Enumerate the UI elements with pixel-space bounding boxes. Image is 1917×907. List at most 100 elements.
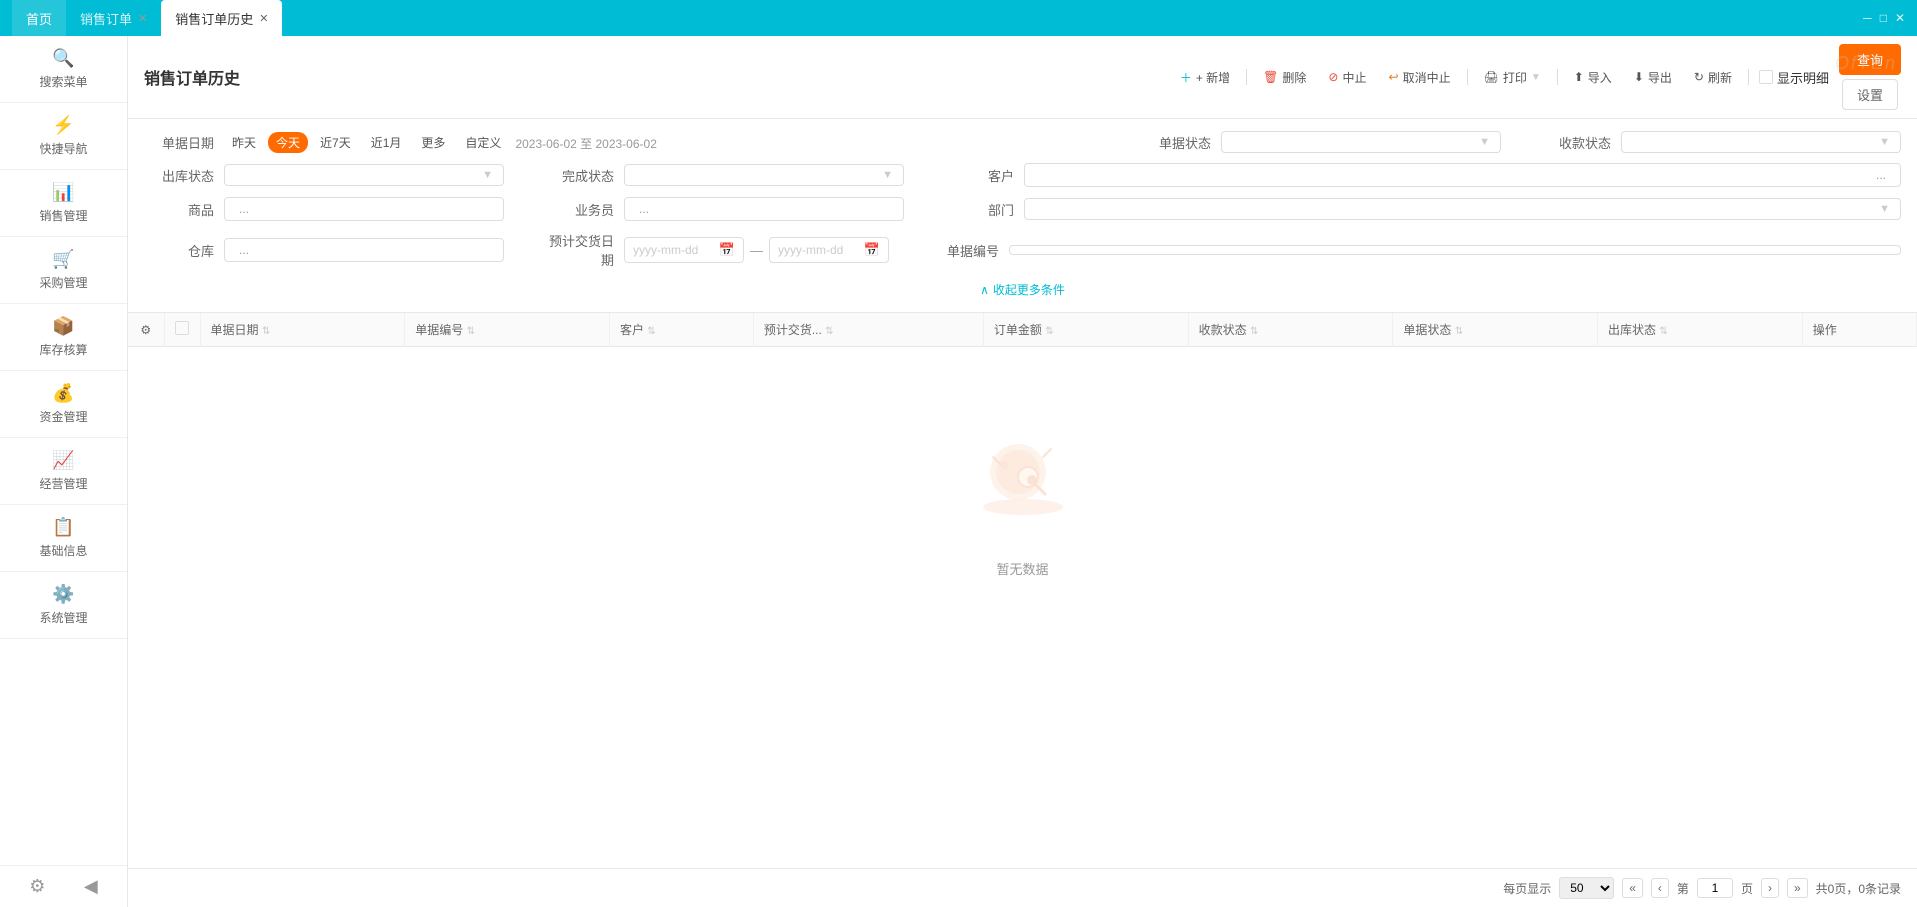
per-page-select[interactable]: 20 50 100 — [1559, 877, 1614, 899]
sidebar-item-sales-mgmt[interactable]: 📊 销售管理 — [0, 170, 127, 237]
sort-payment-icon[interactable]: ⇅ — [1250, 326, 1258, 337]
show-detail-toggle[interactable]: 显示明细 — [1759, 68, 1829, 87]
sidebar-settings-icon[interactable]: ⚙ — [29, 876, 45, 897]
tab-sales-order-history[interactable]: 销售订单历史 ✕ — [161, 0, 282, 36]
col-settings-icon[interactable]: ⚙ — [140, 323, 151, 337]
tab-home[interactable]: 首页 — [12, 0, 66, 36]
order-number-input[interactable] — [1009, 245, 1901, 255]
sales-rep-dots[interactable]: ... — [635, 202, 653, 216]
date-separator: — — [750, 243, 763, 258]
new-icon: ＋ — [1180, 69, 1192, 86]
col-order-status: 单据状态 ⇅ — [1393, 313, 1598, 347]
collapse-button[interactable]: ∧ 收起更多条件 — [980, 279, 1065, 300]
show-detail-checkbox[interactable] — [1759, 70, 1773, 84]
date-tag-1month[interactable]: 近1月 — [363, 132, 410, 153]
toolbar: ＋ + 新增 🗑 删除 ⊘ 中止 ↩ 取消中止 🖨 — [1174, 44, 1901, 110]
calendar-end-icon: 📅 — [864, 242, 880, 258]
col-settings[interactable]: ⚙ — [128, 313, 164, 347]
sidebar-collapse-icon[interactable]: ◀ — [84, 876, 98, 897]
page-unit-label: 页 — [1741, 880, 1753, 897]
system-mgmt-icon: ⚙️ — [52, 584, 74, 605]
date-tag-custom[interactable]: 自定义 — [457, 132, 509, 153]
sidebar-item-inventory-check[interactable]: 📦 库存核算 — [0, 304, 127, 371]
sort-delivery-icon[interactable]: ⇅ — [825, 326, 833, 337]
pagination-footer: 每页显示 20 50 100 « ‹ 第 页 › » 共0页，0条记录 — [128, 868, 1917, 907]
sort-amount-icon[interactable]: ⇅ — [1045, 326, 1053, 337]
sort-customer-icon[interactable]: ⇅ — [647, 326, 655, 337]
tab-sales-order-history-close[interactable]: ✕ — [259, 12, 268, 25]
date-tag-today[interactable]: 今天 — [268, 132, 308, 153]
sort-number-icon[interactable]: ⇅ — [467, 326, 475, 337]
query-setting-group: 查询 设置 — [1839, 44, 1901, 110]
warehouse-select[interactable]: ... — [224, 238, 504, 262]
import-button[interactable]: ⬆ 导入 — [1568, 65, 1618, 90]
sidebar-item-system-mgmt[interactable]: ⚙️ 系统管理 — [0, 572, 127, 639]
sidebar: 🔍 搜索菜单 ⚡ 快捷导航 📊 销售管理 🛒 采购管理 📦 库存核算 💰 资金管… — [0, 36, 128, 907]
col-check[interactable] — [164, 313, 200, 347]
department-select[interactable]: ▼ — [1024, 198, 1901, 220]
fund-mgmt-icon: 💰 — [52, 383, 74, 404]
total-records-label: 共0页，0条记录 — [1816, 880, 1901, 897]
sort-outbound-icon[interactable]: ⇅ — [1659, 326, 1667, 337]
sidebar-item-search-menu[interactable]: 🔍 搜索菜单 — [0, 36, 127, 103]
payment-status-dropdown-icon: ▼ — [1879, 136, 1890, 148]
expected-delivery-start[interactable]: yyyy-mm-dd 📅 — [624, 237, 744, 263]
sidebar-item-operation-mgmt-label: 经营管理 — [39, 475, 87, 492]
print-icon: 🖨 — [1484, 70, 1499, 84]
sidebar-bottom: ⚙ ◀ — [0, 865, 127, 907]
sidebar-item-fund-mgmt[interactable]: 💰 资金管理 — [0, 371, 127, 438]
payment-status-label: 收款状态 — [1541, 133, 1621, 152]
restore-icon[interactable]: □ — [1880, 11, 1887, 25]
page-header: 销售订单历史 ＋ + 新增 🗑 删除 ⊘ 中止 ↩ 取消中止 — [128, 36, 1917, 119]
sidebar-item-quick-nav[interactable]: ⚡ 快捷导航 — [0, 103, 127, 170]
tab-sales-order-close[interactable]: ✕ — [138, 12, 147, 25]
completion-status-select[interactable]: ▼ — [624, 164, 904, 186]
product-select[interactable]: ... — [224, 197, 504, 221]
expected-delivery-end[interactable]: yyyy-mm-dd 📅 — [769, 237, 889, 263]
setting-button[interactable]: 设置 — [1842, 79, 1898, 110]
refresh-button[interactable]: ↻ 刷新 — [1688, 65, 1738, 90]
customer-dots[interactable]: ... — [1872, 168, 1890, 182]
tab-home-label: 首页 — [26, 9, 52, 28]
minimize-icon[interactable]: ─ — [1863, 11, 1872, 25]
page-label: 第 — [1677, 880, 1689, 897]
delivery-start-placeholder: yyyy-mm-dd — [633, 243, 698, 257]
sidebar-item-basic-info[interactable]: 📋 基础信息 — [0, 505, 127, 572]
date-tag-more[interactable]: 更多 — [413, 132, 453, 153]
prev-page-button[interactable]: ‹ — [1651, 878, 1669, 898]
query-button[interactable]: 查询 — [1839, 44, 1901, 75]
date-tag-yesterday[interactable]: 昨天 — [224, 132, 264, 153]
sort-order-status-icon[interactable]: ⇅ — [1455, 326, 1463, 337]
customer-label: 客户 — [944, 166, 1024, 185]
sidebar-item-purchase-mgmt[interactable]: 🛒 采购管理 — [0, 237, 127, 304]
select-all-checkbox[interactable] — [175, 321, 189, 335]
sidebar-item-operation-mgmt[interactable]: 📈 经营管理 — [0, 438, 127, 505]
customer-select[interactable]: ... — [1024, 163, 1901, 187]
sales-rep-select[interactable]: ... — [624, 197, 904, 221]
payment-status-select[interactable]: ▼ — [1621, 131, 1901, 153]
page-title: 销售订单历史 — [144, 65, 240, 89]
tab-sales-order[interactable]: 销售订单 ✕ — [66, 0, 161, 36]
date-tag-7days[interactable]: 近7天 — [312, 132, 359, 153]
sidebar-item-basic-info-label: 基础信息 — [39, 542, 87, 559]
product-dots[interactable]: ... — [235, 202, 253, 216]
print-button[interactable]: 🖨 打印 ▼ — [1478, 65, 1547, 90]
last-page-button[interactable]: » — [1787, 878, 1808, 898]
page-input[interactable] — [1697, 878, 1733, 898]
delete-button[interactable]: 🗑 删除 — [1257, 65, 1312, 90]
export-button[interactable]: ⬇ 导出 — [1628, 65, 1678, 90]
order-status-select[interactable]: ▼ — [1221, 131, 1501, 153]
filter-row-2: 出库状态 ▼ 完成状态 ▼ 客户 ... — [144, 163, 1901, 187]
first-page-button[interactable]: « — [1622, 878, 1643, 898]
collapse-row: ∧ 收起更多条件 — [144, 279, 1901, 300]
outbound-status-select[interactable]: ▼ — [224, 164, 504, 186]
new-button[interactable]: ＋ + 新增 — [1174, 65, 1236, 90]
close-icon[interactable]: ✕ — [1895, 11, 1905, 25]
cancel-stop-button[interactable]: ↩ 取消中止 — [1383, 65, 1457, 90]
product-input-group: ... — [224, 197, 504, 221]
outbound-dropdown-icon: ▼ — [482, 169, 493, 181]
next-page-button[interactable]: › — [1761, 878, 1779, 898]
sort-date-icon[interactable]: ⇅ — [262, 326, 270, 337]
warehouse-dots[interactable]: ... — [235, 243, 253, 257]
stop-button[interactable]: ⊘ 中止 — [1322, 65, 1372, 90]
